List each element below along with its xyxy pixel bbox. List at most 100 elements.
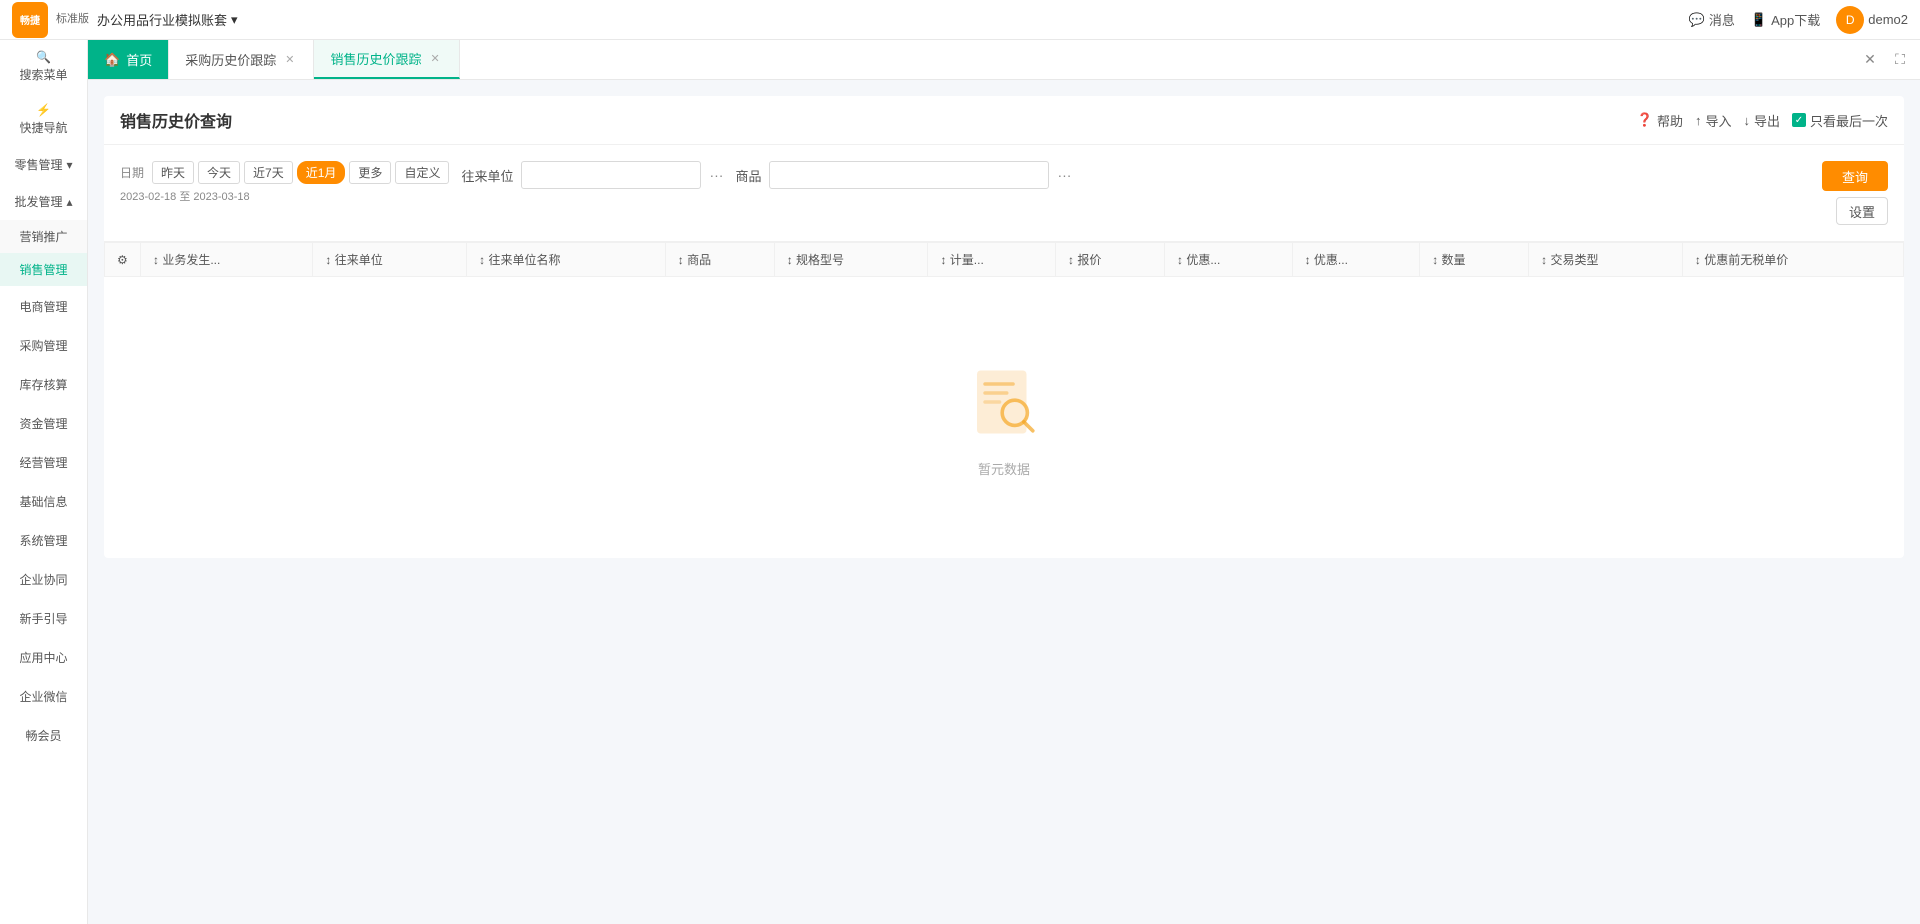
sidebar-item-ecommerce[interactable]: 电商管理 bbox=[0, 286, 87, 325]
chevron-up-icon: ▴ bbox=[66, 195, 72, 209]
data-table: ⚙ ↕ 业务发生... ↕ 往来单位 ↕ 往来单位名称 ↕ 商 bbox=[104, 242, 1904, 558]
content-area: 🏠 首页 采购历史价跟踪 ✕ 销售历史价跟踪 ✕ ✕ ⛶ 销售历史价查询 bbox=[88, 40, 1920, 924]
user-menu[interactable]: D demo2 bbox=[1836, 6, 1908, 34]
partner-filter: 往来单位 ··· bbox=[461, 161, 723, 189]
tab-purchase-history[interactable]: 采购历史价跟踪 ✕ bbox=[169, 40, 314, 79]
th-partner-code[interactable]: ↕ 往来单位 bbox=[313, 243, 467, 277]
sidebar-item-retail[interactable]: 零售管理 ▾ bbox=[0, 146, 87, 183]
topbar: 畅捷 标准版 办公用品行业模拟账套 ▾ 💬 消息 📱 App下载 D demo2 bbox=[0, 0, 1920, 40]
help-btn[interactable]: ❓ 帮助 bbox=[1637, 111, 1683, 130]
export-btn[interactable]: ↓ 导出 bbox=[1743, 111, 1780, 130]
page-header: 销售历史价查询 ❓ 帮助 ↑ 导入 ↓ 导出 ✓ bbox=[104, 96, 1904, 145]
sidebar-item-vip[interactable]: 畅会员 bbox=[0, 715, 87, 754]
page-title: 销售历史价查询 bbox=[120, 108, 232, 132]
sidebar-item-app-center[interactable]: 应用中心 bbox=[0, 637, 87, 676]
sidebar-item-system[interactable]: 系统管理 bbox=[0, 520, 87, 559]
query-btn[interactable]: 查询 bbox=[1822, 161, 1888, 191]
chevron-down-icon: ▾ bbox=[66, 158, 72, 172]
th-pre-tax-price[interactable]: ↕ 优惠前无税单价 bbox=[1682, 243, 1903, 277]
main-layout: 🔍 搜索菜单 ⚡ 快捷导航 零售管理 ▾ 批发管理 ▴ 营销推广 销售管理 电商… bbox=[0, 40, 1920, 924]
product-input[interactable] bbox=[769, 161, 1049, 189]
tab-close-sales[interactable]: ✕ bbox=[427, 51, 442, 66]
sidebar-item-wholesale[interactable]: 批发管理 ▴ bbox=[0, 183, 87, 220]
search-row: 日期 昨天 今天 近7天 近1月 更多 自定义 2023- bbox=[120, 161, 1806, 204]
th-spec[interactable]: ↕ 规格型号 bbox=[774, 243, 928, 277]
date-btns: 昨天 今天 近7天 近1月 更多 自定义 bbox=[152, 161, 449, 184]
th-discount1[interactable]: ↕ 优惠... bbox=[1164, 243, 1292, 277]
th-quantity[interactable]: ↕ 数量 bbox=[1420, 243, 1529, 277]
th-biz-date[interactable]: ↕ 业务发生... bbox=[141, 243, 313, 277]
import-icon: ↑ bbox=[1695, 113, 1702, 128]
empty-text: 暂元数据 bbox=[978, 459, 1030, 478]
empty-state: 暂元数据 bbox=[105, 277, 1904, 558]
search-icon: 🔍 bbox=[4, 50, 83, 64]
tab-close-purchase[interactable]: ✕ bbox=[282, 52, 297, 67]
sidebar-item-purchase[interactable]: 采购管理 bbox=[0, 325, 87, 364]
settings-btn[interactable]: 设置 bbox=[1836, 197, 1888, 225]
date-btn-more[interactable]: 更多 bbox=[349, 161, 391, 184]
home-icon: 🏠 bbox=[104, 52, 120, 68]
logo-subtitle: 标准版 bbox=[56, 12, 89, 26]
th-settings[interactable]: ⚙ bbox=[105, 243, 141, 277]
th-partner-name[interactable]: ↕ 往来单位名称 bbox=[467, 243, 666, 277]
th-unit[interactable]: ↕ 计量... bbox=[928, 243, 1056, 277]
tab-home[interactable]: 🏠 首页 bbox=[88, 40, 169, 79]
topbar-left: 畅捷 标准版 办公用品行业模拟账套 ▾ bbox=[12, 2, 238, 38]
date-range: 2023-02-18 至 2023-03-18 bbox=[120, 188, 449, 204]
sidebar-item-inventory[interactable]: 库存核算 bbox=[0, 364, 87, 403]
quicknav-icon: ⚡ bbox=[4, 103, 83, 117]
sidebar-item-search[interactable]: 🔍 搜索菜单 bbox=[0, 40, 87, 93]
tab-sales-history[interactable]: 销售历史价跟踪 ✕ bbox=[314, 40, 459, 79]
th-discount2[interactable]: ↕ 优惠... bbox=[1292, 243, 1420, 277]
date-btn-7days[interactable]: 近7天 bbox=[244, 161, 293, 184]
table-body: 暂元数据 bbox=[105, 277, 1904, 559]
message-icon: 💬 bbox=[1689, 12, 1705, 28]
th-price[interactable]: ↕ 报价 bbox=[1056, 243, 1165, 277]
topbar-right: 💬 消息 📱 App下载 D demo2 bbox=[1689, 6, 1908, 34]
page-actions: ❓ 帮助 ↑ 导入 ↓ 导出 ✓ 只看最后一次 bbox=[1637, 111, 1888, 130]
sidebar: 🔍 搜索菜单 ⚡ 快捷导航 零售管理 ▾ 批发管理 ▴ 营销推广 销售管理 电商… bbox=[0, 40, 88, 924]
sidebar-item-wechat[interactable]: 企业微信 bbox=[0, 676, 87, 715]
date-btn-today[interactable]: 今天 bbox=[198, 161, 240, 184]
date-btn-1month[interactable]: 近1月 bbox=[297, 161, 346, 184]
partner-input[interactable] bbox=[521, 161, 701, 189]
page-content: 销售历史价查询 ❓ 帮助 ↑ 导入 ↓ 导出 ✓ bbox=[88, 80, 1920, 924]
avatar: D bbox=[1836, 6, 1864, 34]
sidebar-item-sales-mgmt[interactable]: 销售管理 bbox=[0, 253, 87, 286]
export-icon: ↓ bbox=[1743, 113, 1750, 128]
date-label: 日期 bbox=[120, 164, 144, 181]
app-name-dropdown[interactable]: 办公用品行业模拟账套 ▾ bbox=[97, 10, 238, 29]
table-header: ⚙ ↕ 业务发生... ↕ 往来单位 ↕ 往来单位名称 ↕ 商 bbox=[105, 243, 1904, 277]
sidebar-item-quick-nav[interactable]: ⚡ 快捷导航 bbox=[0, 93, 87, 146]
tab-fullscreen-btn[interactable]: ⛶ bbox=[1888, 48, 1912, 72]
tab-bar: 🏠 首页 采购历史价跟踪 ✕ 销售历史价跟踪 ✕ ✕ ⛶ bbox=[88, 40, 1920, 80]
partner-dots-btn[interactable]: ··· bbox=[709, 167, 723, 183]
date-filters: 日期 昨天 今天 近7天 近1月 更多 自定义 2023- bbox=[120, 161, 449, 204]
th-product[interactable]: ↕ 商品 bbox=[665, 243, 774, 277]
download-icon: 📱 bbox=[1751, 12, 1767, 28]
sidebar-item-newbie[interactable]: 新手引导 bbox=[0, 598, 87, 637]
sidebar-item-finance[interactable]: 资金管理 bbox=[0, 403, 87, 442]
product-filter: 商品 ··· bbox=[735, 161, 1071, 189]
import-btn[interactable]: ↑ 导入 bbox=[1695, 111, 1732, 130]
tab-bar-right: ✕ ⛶ bbox=[1850, 40, 1920, 79]
only-last-checkbox[interactable]: ✓ 只看最后一次 bbox=[1792, 111, 1888, 130]
th-trade-type[interactable]: ↕ 交易类型 bbox=[1529, 243, 1683, 277]
product-dots-btn[interactable]: ··· bbox=[1057, 167, 1071, 183]
sidebar-item-marketing[interactable]: 营销推广 bbox=[0, 220, 87, 253]
chevron-down-icon: ▾ bbox=[231, 12, 238, 28]
tab-close-btn[interactable]: ✕ bbox=[1858, 48, 1882, 72]
date-btn-custom[interactable]: 自定义 bbox=[395, 161, 449, 184]
date-btn-yesterday[interactable]: 昨天 bbox=[152, 161, 194, 184]
sidebar-item-enterprise[interactable]: 企业协同 bbox=[0, 559, 87, 598]
search-buttons: 查询 设置 bbox=[1822, 161, 1888, 225]
sidebar-item-operations[interactable]: 经营管理 bbox=[0, 442, 87, 481]
sidebar-item-basic-info[interactable]: 基础信息 bbox=[0, 481, 87, 520]
checkbox-icon: ✓ bbox=[1792, 113, 1806, 127]
product-label: 商品 bbox=[735, 166, 761, 185]
app-download-btn[interactable]: 📱 App下载 bbox=[1751, 10, 1820, 29]
help-icon: ❓ bbox=[1637, 112, 1653, 128]
empty-icon bbox=[959, 357, 1049, 447]
logo: 畅捷 bbox=[12, 2, 48, 38]
message-btn[interactable]: 💬 消息 bbox=[1689, 10, 1735, 29]
